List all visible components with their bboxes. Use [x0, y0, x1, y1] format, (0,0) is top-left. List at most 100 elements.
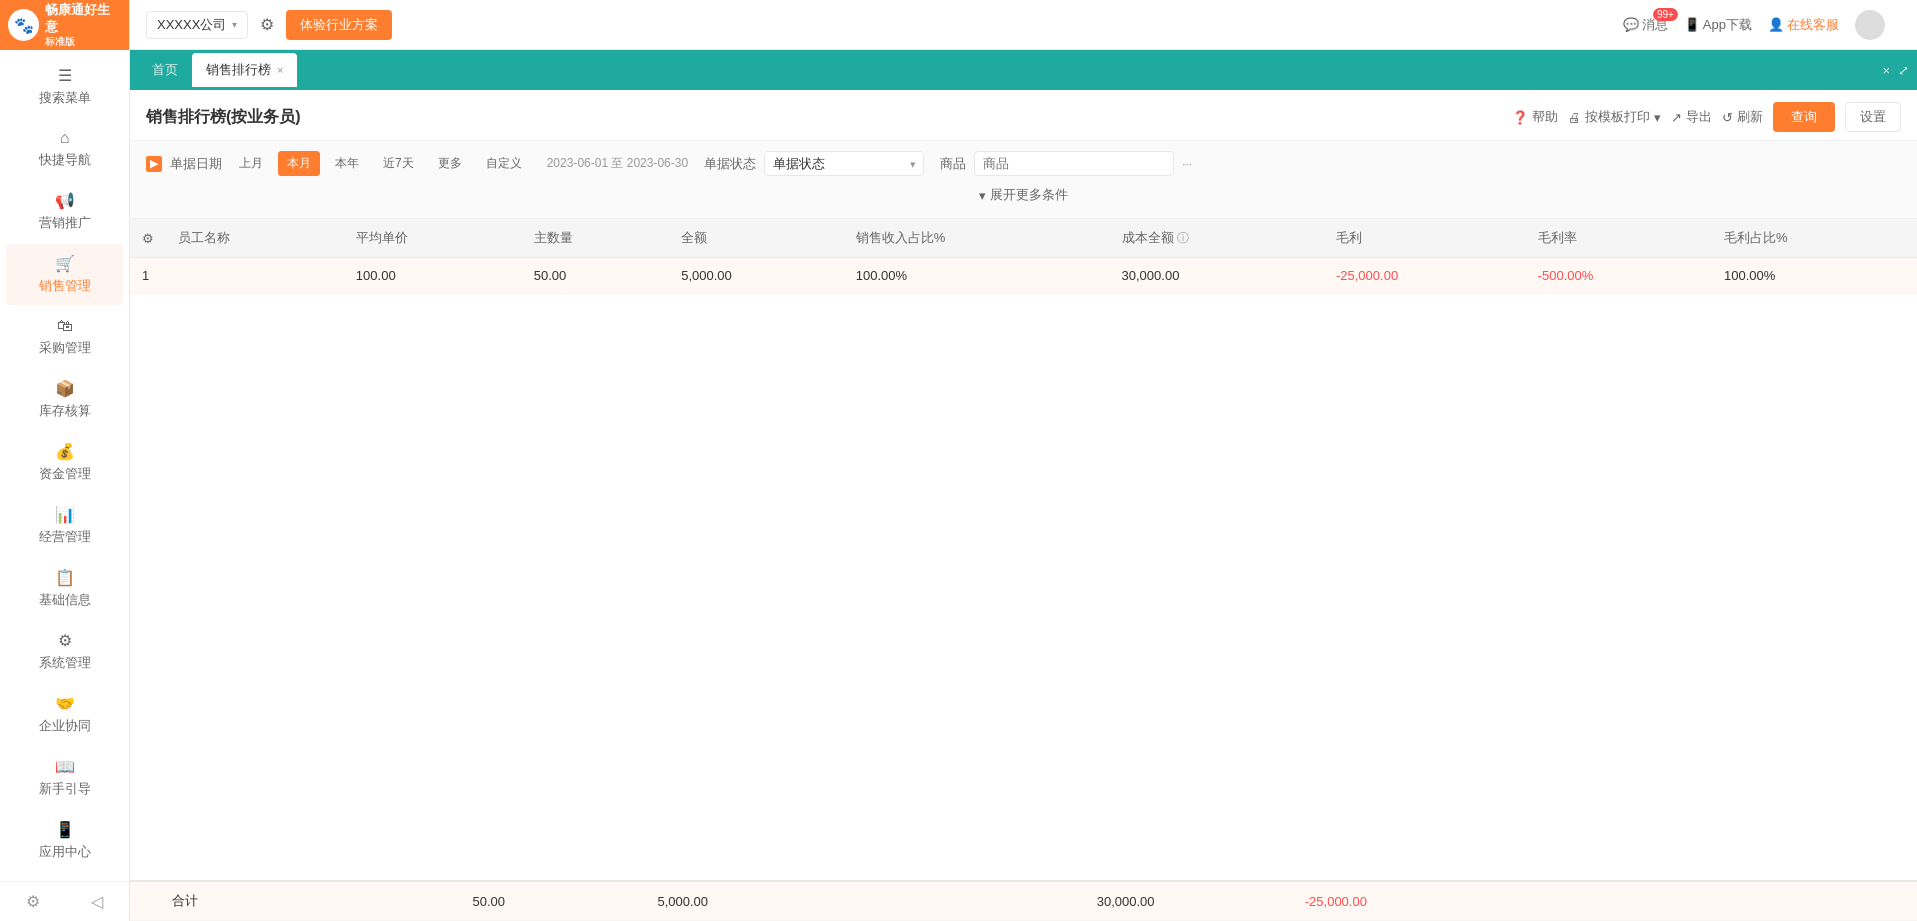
chevron-down-icon: ▾ [979, 188, 986, 203]
th-gross-profit: 毛利 [1324, 219, 1526, 258]
sidebar-item-sales[interactable]: 🛒 销售管理 [6, 244, 123, 305]
tab-close-icon[interactable]: × [277, 64, 283, 76]
cost-help-icon[interactable]: ⓘ [1177, 231, 1189, 245]
chevron-down-icon: ▾ [232, 19, 237, 30]
app-download-label: App下载 [1703, 16, 1752, 34]
message-icon: 💬 [1623, 17, 1639, 32]
header-right: 💬 消息 99+ 📱 App下载 👤 在线客服 [1623, 10, 1901, 40]
query-button[interactable]: 查询 [1773, 102, 1835, 132]
status-filter-label: 单据状态 [704, 155, 756, 173]
date-filter-item: ▶ 单据日期 上月 本月 本年 近7天 更多 自定义 [146, 151, 531, 176]
sidebar-item-business[interactable]: 📊 经营管理 [6, 495, 123, 556]
logo-icon: 🐾 [8, 9, 39, 41]
tab-sales-ranking[interactable]: 销售排行榜 × [192, 53, 297, 87]
page-header: 销售排行榜(按业务员) ❓ 帮助 🖨 按模板打印 ▾ ↗ 导出 ↺ 刷新 [130, 90, 1917, 141]
guide-icon: 📖 [55, 757, 75, 776]
print-icon: 🖨 [1568, 110, 1581, 125]
sidebar-item-label: 基础信息 [39, 591, 91, 609]
footer-cost-amount: 30,000.00 [1085, 882, 1293, 921]
minimize-icon[interactable]: × [1882, 63, 1890, 78]
mobile-icon: 📱 [1684, 17, 1700, 32]
sidebar-item-label: 应用中心 [39, 843, 91, 861]
settings-button[interactable]: 设置 [1845, 102, 1901, 132]
template-print-label: 按模板打印 [1585, 108, 1650, 126]
message-badge: 99+ [1653, 8, 1678, 21]
th-total-amount: 全额 [669, 219, 844, 258]
header-app-download[interactable]: 📱 App下载 [1684, 16, 1752, 34]
sidebar-nav: ☰ 搜索菜单 ⌂ 快捷导航 📢 营销推广 🛒 销售管理 🛍 采购管理 📦 库存核… [0, 50, 129, 881]
basic-icon: 📋 [55, 568, 75, 587]
help-label: 帮助 [1532, 108, 1558, 126]
footer-settings-cell [130, 882, 160, 921]
export-icon: ↗ [1671, 110, 1682, 125]
sidebar-item-label: 快捷导航 [39, 151, 91, 169]
date-range-display: 2023-06-01 至 2023-06-30 [547, 155, 688, 172]
footer-label: 合计 [160, 882, 276, 921]
trial-button[interactable]: 体验行业方案 [286, 10, 392, 40]
tab-home[interactable]: 首页 [138, 53, 192, 87]
footer-main-qty: 50.00 [461, 882, 646, 921]
template-print-button[interactable]: 🖨 按模板打印 ▾ [1568, 108, 1661, 126]
filter-expand-icon[interactable]: ▶ [146, 156, 162, 172]
sidebar-item-wechat[interactable]: 💬 企业微信 [6, 873, 123, 881]
th-avg-price: 平均单价 [344, 219, 522, 258]
sidebar-collapse-icon[interactable]: ◁ [91, 892, 103, 911]
more-conditions-toggle[interactable]: ▾ 展开更多条件 [146, 182, 1901, 208]
footer-avg-price [276, 882, 461, 921]
table-body: 1 100.00 50.00 5,000.00 100.00% 30,000.0… [130, 258, 1917, 294]
marketing-icon: 📢 [55, 191, 75, 210]
sidebar-item-label: 库存核算 [39, 402, 91, 420]
date-custom-btn[interactable]: 自定义 [477, 151, 531, 176]
sidebar-item-inventory[interactable]: 📦 库存核算 [6, 369, 123, 430]
company-name: XXXXX公司 [157, 16, 226, 34]
goods-filter-item: 商品 ··· [940, 151, 1192, 176]
app-version: 标准版 [45, 35, 121, 48]
sidebar-settings-icon[interactable]: ⚙ [26, 892, 40, 911]
tabs-bar: 首页 销售排行榜 × × ⤢ [130, 50, 1917, 90]
goods-input[interactable] [974, 151, 1174, 176]
header-gear-icon[interactable]: ⚙ [260, 15, 274, 34]
cell-gross-margin: -500.00% [1526, 258, 1712, 294]
th-cost-amount: 成本全额 ⓘ [1110, 219, 1324, 258]
export-button[interactable]: ↗ 导出 [1671, 108, 1712, 126]
cell-name [166, 258, 344, 294]
sidebar-item-basic[interactable]: 📋 基础信息 [6, 558, 123, 619]
date-filter-buttons: 上月 本月 本年 近7天 更多 自定义 [230, 151, 531, 176]
avatar[interactable] [1855, 10, 1885, 40]
sidebar-item-quicknav[interactable]: ⌂ 快捷导航 [6, 119, 123, 179]
th-settings[interactable]: ⚙ [130, 219, 166, 258]
sidebar-item-collab[interactable]: 🤝 企业协同 [6, 684, 123, 745]
sidebar-item-apps[interactable]: 📱 应用中心 [6, 810, 123, 871]
sidebar-item-system[interactable]: ⚙ 系统管理 [6, 621, 123, 682]
header-message[interactable]: 💬 消息 99+ [1623, 16, 1668, 34]
sidebar-item-guide[interactable]: 📖 新手引导 [6, 747, 123, 808]
sidebar-item-marketing[interactable]: 📢 营销推广 [6, 181, 123, 242]
goods-more-icon[interactable]: ··· [1182, 157, 1192, 171]
table-row: 1 100.00 50.00 5,000.00 100.00% 30,000.0… [130, 258, 1917, 294]
footer-gross-profit: -25,000.00 [1293, 882, 1501, 921]
sidebar-logo: 🐾 畅康通好生意 标准版 [0, 0, 129, 50]
restore-icon[interactable]: ⤢ [1898, 63, 1909, 78]
date-range-text: 2023-06-01 至 2023-06-30 [547, 155, 688, 172]
refresh-button[interactable]: ↺ 刷新 [1722, 108, 1763, 126]
goods-filter-label: 商品 [940, 155, 966, 173]
table-footer: 合计 50.00 5,000.00 30,000.00 -25,000.00 [130, 880, 1917, 921]
status-select-wrapper: 单据状态 [764, 151, 924, 176]
sidebar-item-purchase[interactable]: 🛍 采购管理 [6, 307, 123, 367]
sidebar-item-search[interactable]: ☰ 搜索菜单 [6, 56, 123, 117]
app-name: 畅康通好生意 [45, 2, 121, 36]
date-this-month-btn[interactable]: 本月 [278, 151, 320, 176]
sidebar-item-finance[interactable]: 💰 资金管理 [6, 432, 123, 493]
page-actions: ❓ 帮助 🖨 按模板打印 ▾ ↗ 导出 ↺ 刷新 查询 设置 [1512, 102, 1901, 132]
date-more-btn[interactable]: 更多 [429, 151, 471, 176]
date-this-year-btn[interactable]: 本年 [326, 151, 368, 176]
help-button[interactable]: ❓ 帮助 [1512, 108, 1558, 126]
main-content: XXXXX公司 ▾ ⚙ 体验行业方案 💬 消息 99+ 📱 App下载 👤 在线… [130, 0, 1917, 921]
date-last-month-btn[interactable]: 上月 [230, 151, 272, 176]
header-online-service[interactable]: 👤 在线客服 [1768, 16, 1839, 34]
status-select[interactable]: 单据状态 [764, 151, 924, 176]
date-last7-btn[interactable]: 近7天 [374, 151, 423, 176]
table-container: ⚙ 员工名称 平均单价 主数量 全额 销售收入占比% 成本全额 ⓘ 毛利 毛利率 [130, 219, 1917, 880]
company-selector[interactable]: XXXXX公司 ▾ [146, 11, 248, 39]
footer-gross-margin [1501, 882, 1709, 921]
